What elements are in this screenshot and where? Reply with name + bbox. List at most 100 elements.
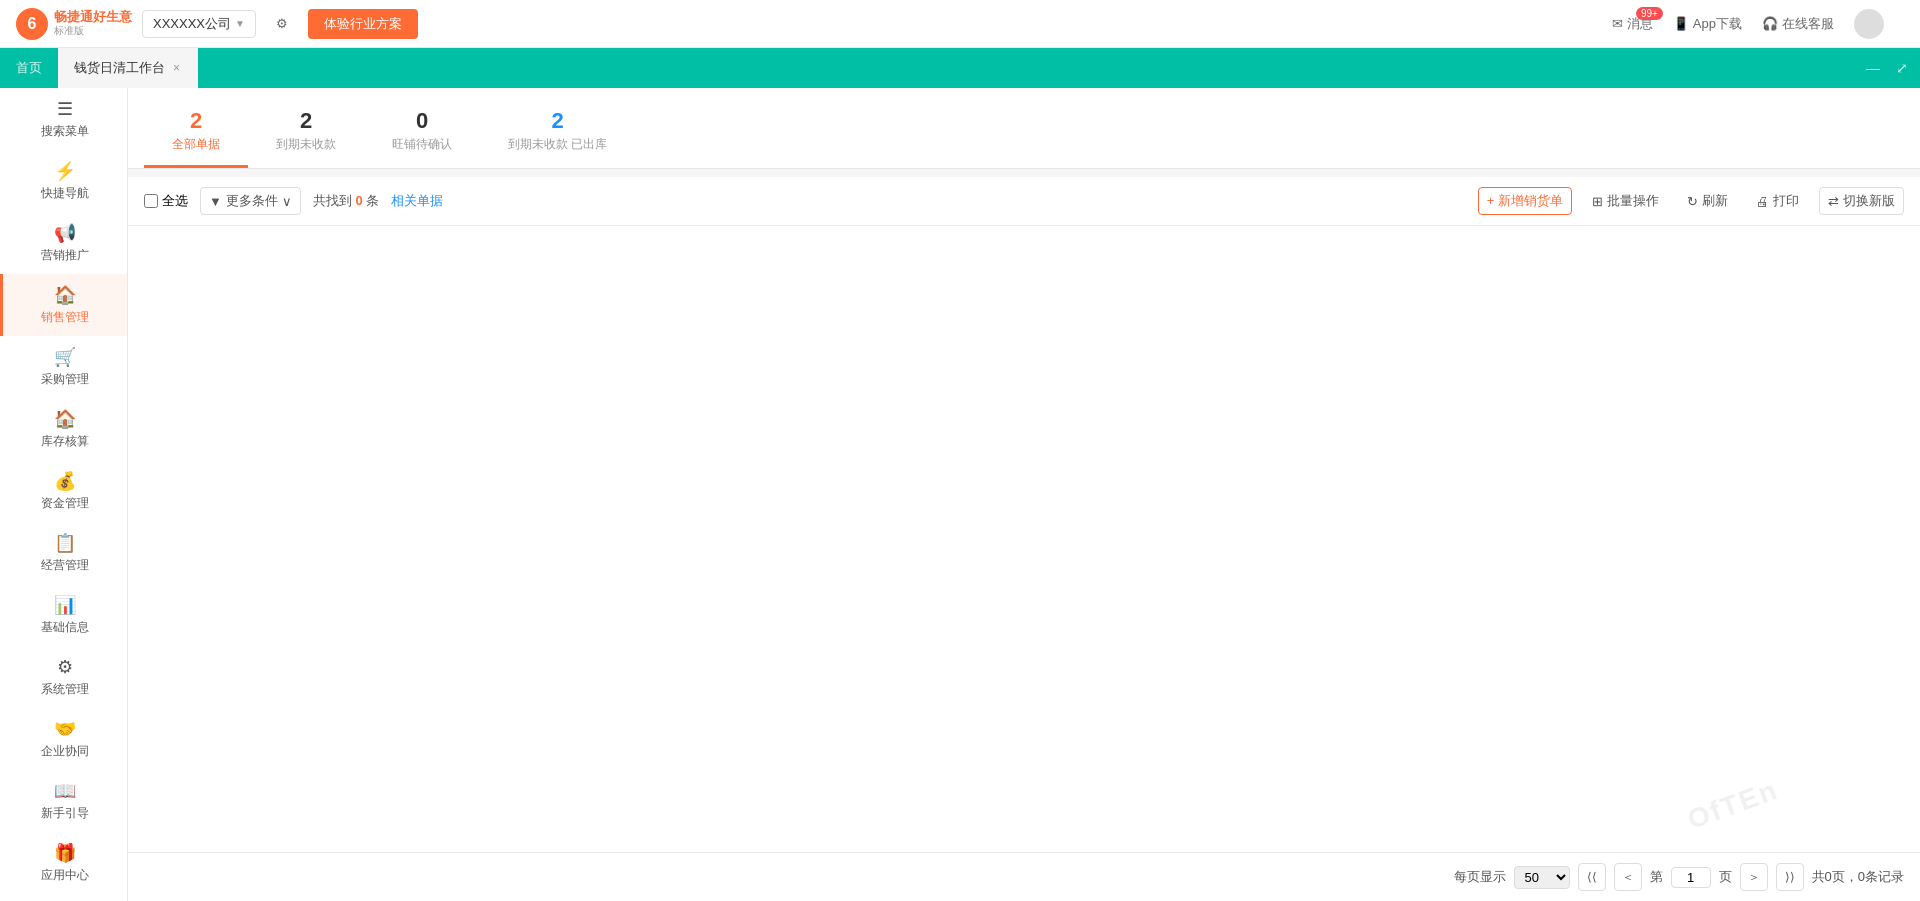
content-area: 2 全部单据 2 到期未收款 0 旺铺待确认 2 到期未收款 已出库 全选	[128, 88, 1920, 901]
sidebar-item-quicknav[interactable]: ⚡ 快捷导航	[0, 150, 127, 212]
tab-cash-daily-label: 钱货日清工作台	[74, 59, 165, 77]
toolbar-right: + 新增销货单 ⊞ 批量操作 ↻ 刷新 🖨 打印 ⇄ 切换新版	[1478, 187, 1904, 215]
header-right: ✉ 消息 99+ 📱 App下载 🎧 在线客服	[1612, 9, 1904, 39]
page-input[interactable]	[1671, 867, 1711, 888]
tab-minimize-icon[interactable]: —	[1862, 56, 1884, 80]
sidebar-item-wechat[interactable]: 💬 企业微信	[0, 894, 127, 901]
prev-page-button[interactable]: ＜	[1614, 863, 1642, 891]
sidebar-item-system[interactable]: ⚙ 系统管理	[0, 646, 127, 708]
related-docs-link[interactable]: 相关单据	[391, 192, 443, 210]
sidebar: ☰ 搜索菜单 ⚡ 快捷导航 📢 营销推广 🏠 销售管理 🛒 采购管理 🏠 库存核…	[0, 88, 128, 901]
guide-icon: 📖	[54, 780, 76, 802]
last-page-button[interactable]: ⟩⟩	[1776, 863, 1804, 891]
sidebar-coop-label: 企业协同	[41, 743, 89, 760]
page-suffix: 页	[1719, 868, 1732, 886]
coop-icon: 🤝	[54, 718, 76, 740]
tab-maximize-icon[interactable]: ⤢	[1892, 56, 1912, 80]
stat-tab-pending[interactable]: 0 旺铺待确认	[364, 100, 480, 168]
tab-bar: 首页 钱货日清工作台 × — ⤢	[0, 48, 1920, 88]
download-icon: 📱	[1673, 16, 1689, 31]
tab-close-icon[interactable]: ×	[171, 59, 182, 77]
stat-overdue-number: 2	[300, 108, 312, 134]
message-button[interactable]: ✉ 消息 99+	[1612, 15, 1653, 33]
sidebar-item-appcenter[interactable]: 🎁 应用中心	[0, 832, 127, 894]
chevron-icon: ∨	[282, 194, 292, 209]
logo-text: 畅捷通好生意 标准版	[54, 9, 132, 39]
sidebar-operations-label: 经营管理	[41, 557, 89, 574]
add-sales-order-button[interactable]: + 新增销货单	[1478, 187, 1572, 215]
stat-overdue-label: 到期未收款	[276, 136, 336, 153]
first-page-button[interactable]: ⟨⟨	[1578, 863, 1606, 891]
sidebar-marketing-label: 营销推广	[41, 247, 89, 264]
filter-button[interactable]: ▼ 更多条件 ∨	[200, 187, 301, 215]
sidebar-item-search[interactable]: ☰ 搜索菜单	[0, 88, 127, 150]
next-page-button[interactable]: ＞	[1740, 863, 1768, 891]
stats-tabs: 2 全部单据 2 到期未收款 0 旺铺待确认 2 到期未收款 已出库	[128, 88, 1920, 169]
sidebar-item-operations[interactable]: 📋 经营管理	[0, 522, 127, 584]
refresh-button[interactable]: ↻ 刷新	[1679, 188, 1736, 214]
sidebar-inventory-label: 库存核算	[41, 433, 89, 450]
switch-label: 切换新版	[1843, 192, 1895, 210]
sidebar-item-marketing[interactable]: 📢 营销推广	[0, 212, 127, 274]
appcenter-icon: 🎁	[54, 842, 76, 864]
switch-icon: ⇄	[1828, 194, 1839, 209]
header-left: 6 畅捷通好生意 标准版 XXXXXX公司 ▼ ⚙ 体验行业方案	[16, 8, 418, 40]
per-page-label: 每页显示	[1454, 868, 1506, 886]
system-icon: ⚙	[57, 656, 73, 678]
select-all-checkbox[interactable]	[144, 194, 158, 208]
finance-icon: 💰	[54, 470, 76, 492]
sidebar-item-guide[interactable]: 📖 新手引导	[0, 770, 127, 832]
tab-home[interactable]: 首页	[0, 48, 58, 88]
select-all-area[interactable]: 全选	[144, 192, 188, 210]
table-area	[128, 226, 1920, 852]
sidebar-item-purchase[interactable]: 🛒 采购管理	[0, 336, 127, 398]
pagination: 每页显示 50 100 200 ⟨⟨ ＜ 第 页 ＞ ⟩⟩ 共0页，0条记录	[128, 852, 1920, 901]
select-all-label: 全选	[162, 192, 188, 210]
sidebar-sales-label: 销售管理	[41, 309, 89, 326]
app-download-label: App下载	[1693, 15, 1742, 33]
stat-all-number: 2	[190, 108, 202, 134]
refresh-label: 刷新	[1702, 192, 1728, 210]
app-download-button[interactable]: 📱 App下载	[1673, 15, 1742, 33]
main-layout: ☰ 搜索菜单 ⚡ 快捷导航 📢 营销推广 🏠 销售管理 🛒 采购管理 🏠 库存核…	[0, 88, 1920, 901]
app-subtitle: 标准版	[54, 24, 132, 38]
purchase-icon: 🛒	[54, 346, 76, 368]
print-button[interactable]: 🖨 打印	[1748, 188, 1807, 214]
sidebar-item-basic[interactable]: 📊 基础信息	[0, 584, 127, 646]
marketing-icon: 📢	[54, 222, 76, 244]
stat-all-label: 全部单据	[172, 136, 220, 153]
company-name: XXXXXX公司	[153, 15, 231, 33]
company-selector[interactable]: XXXXXX公司 ▼	[142, 10, 256, 38]
total-label: 共0页，0条记录	[1812, 868, 1904, 886]
stat-shipped-number: 2	[552, 108, 564, 134]
stat-tab-all[interactable]: 2 全部单据	[144, 100, 248, 168]
sidebar-item-coop[interactable]: 🤝 企业协同	[0, 708, 127, 770]
sidebar-item-inventory[interactable]: 🏠 库存核算	[0, 398, 127, 460]
tab-cash-daily[interactable]: 钱货日清工作台 ×	[58, 48, 198, 88]
avatar[interactable]	[1854, 9, 1884, 39]
online-service-label: 在线客服	[1782, 15, 1834, 33]
stat-tab-shipped[interactable]: 2 到期未收款 已出库	[480, 100, 635, 168]
batch-operation-button[interactable]: ⊞ 批量操作	[1584, 188, 1667, 214]
online-service-button[interactable]: 🎧 在线客服	[1762, 15, 1834, 33]
stat-tab-overdue[interactable]: 2 到期未收款	[248, 100, 364, 168]
sidebar-item-finance[interactable]: 💰 资金管理	[0, 460, 127, 522]
per-page-select[interactable]: 50 100 200	[1514, 866, 1570, 889]
service-icon: 🎧	[1762, 16, 1778, 31]
print-label: 打印	[1773, 192, 1799, 210]
sidebar-search-label: 搜索菜单	[41, 123, 89, 140]
switch-version-button[interactable]: ⇄ 切换新版	[1819, 187, 1904, 215]
page-label: 第	[1650, 868, 1663, 886]
print-icon: 🖨	[1756, 194, 1769, 209]
filter-label: 更多条件	[226, 192, 278, 210]
sidebar-quicknav-label: 快捷导航	[41, 185, 89, 202]
sidebar-basic-label: 基础信息	[41, 619, 89, 636]
sidebar-system-label: 系统管理	[41, 681, 89, 698]
settings-button[interactable]: ⚙	[266, 8, 298, 40]
sidebar-item-sales[interactable]: 🏠 销售管理	[0, 274, 127, 336]
refresh-icon: ↻	[1687, 194, 1698, 209]
inventory-icon: 🏠	[54, 408, 76, 430]
sales-icon: 🏠	[54, 284, 76, 306]
found-count: 0	[356, 193, 363, 208]
experience-button[interactable]: 体验行业方案	[308, 9, 418, 39]
